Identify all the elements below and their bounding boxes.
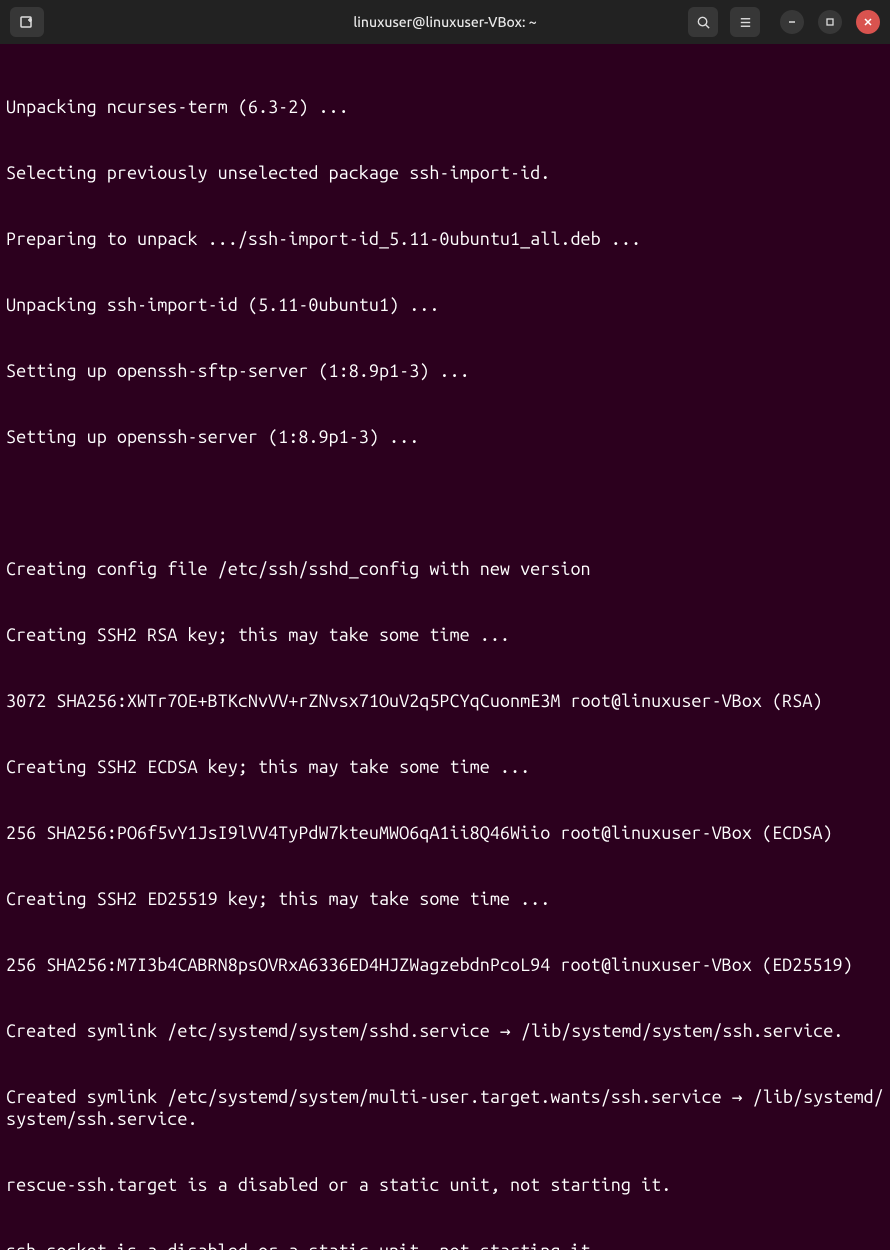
title-controls bbox=[688, 7, 880, 37]
output-line bbox=[6, 492, 884, 514]
search-button[interactable] bbox=[688, 7, 718, 37]
output-line: Setting up openssh-sftp-server (1:8.9p1-… bbox=[6, 360, 884, 382]
output-line: Unpacking ncurses-term (6.3-2) ... bbox=[6, 96, 884, 118]
output-line: 256 SHA256:M7I3b4CABRN8psOVRxA6336ED4HJZ… bbox=[6, 954, 884, 976]
output-line: Unpacking ssh-import-id (5.11-0ubuntu1) … bbox=[6, 294, 884, 316]
output-line: Created symlink /etc/systemd/system/sshd… bbox=[6, 1020, 884, 1042]
minimize-icon bbox=[787, 17, 797, 27]
output-line: Created symlink /etc/systemd/system/mult… bbox=[6, 1086, 884, 1130]
hamburger-icon bbox=[738, 15, 753, 30]
output-line: 256 SHA256:PO6f5vY1JsI9lVV4TyPdW7kteuMWO… bbox=[6, 822, 884, 844]
output-line: Preparing to unpack .../ssh-import-id_5.… bbox=[6, 228, 884, 250]
output-line: Selecting previously unselected package … bbox=[6, 162, 884, 184]
output-line: Creating SSH2 ED25519 key; this may take… bbox=[6, 888, 884, 910]
close-button[interactable] bbox=[856, 10, 880, 34]
search-icon bbox=[696, 15, 711, 30]
titlebar: linuxuser@linuxuser-VBox: ~ bbox=[0, 0, 890, 44]
output-line: Setting up openssh-server (1:8.9p1-3) ..… bbox=[6, 426, 884, 448]
terminal-output[interactable]: Unpacking ncurses-term (6.3-2) ... Selec… bbox=[0, 44, 890, 1250]
minimize-button[interactable] bbox=[780, 10, 804, 34]
output-line: ssh.socket is a disabled or a static uni… bbox=[6, 1240, 884, 1250]
window-title: linuxuser@linuxuser-VBox: ~ bbox=[353, 14, 536, 30]
output-line: Creating config file /etc/ssh/sshd_confi… bbox=[6, 558, 884, 580]
output-line: rescue-ssh.target is a disabled or a sta… bbox=[6, 1174, 884, 1196]
new-tab-button[interactable] bbox=[10, 7, 44, 37]
menu-button[interactable] bbox=[730, 7, 760, 37]
output-line: Creating SSH2 ECDSA key; this may take s… bbox=[6, 756, 884, 778]
output-line: 3072 SHA256:XWTr7OE+BTKcNvVV+rZNvsx71OuV… bbox=[6, 690, 884, 712]
close-icon bbox=[863, 17, 873, 27]
output-line: Creating SSH2 RSA key; this may take som… bbox=[6, 624, 884, 646]
new-tab-icon bbox=[19, 14, 35, 30]
maximize-icon bbox=[825, 17, 835, 27]
maximize-button[interactable] bbox=[818, 10, 842, 34]
